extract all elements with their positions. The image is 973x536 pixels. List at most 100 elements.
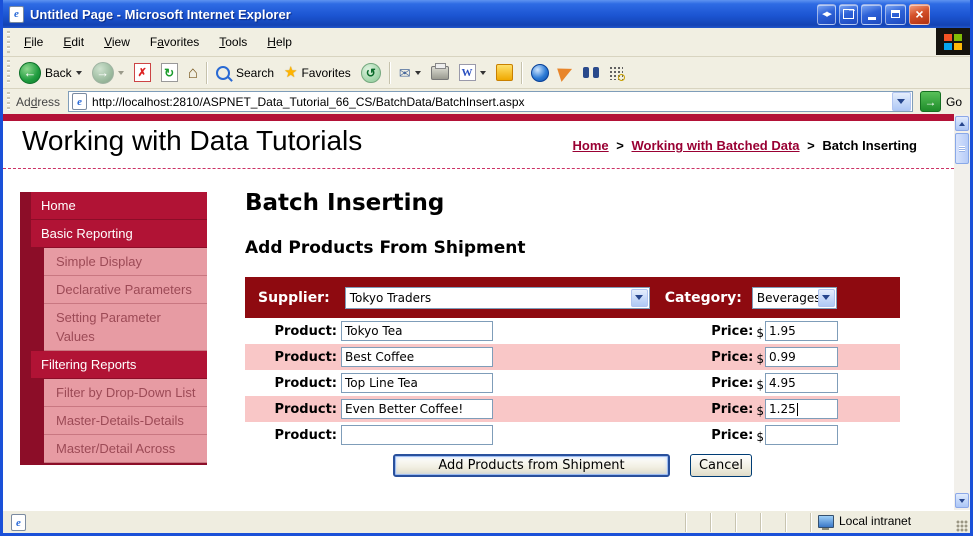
scroll-up-button[interactable]	[955, 116, 969, 131]
toolbar-grip[interactable]	[6, 30, 11, 54]
scroll-thumb[interactable]	[955, 133, 969, 164]
resize-grip[interactable]	[956, 520, 968, 532]
status-pane-separator	[710, 513, 712, 532]
back-label: Back	[45, 65, 72, 80]
sidebar-item-simple-display[interactable]: Simple Display	[44, 248, 207, 276]
product-input[interactable]: Top Line Tea	[341, 373, 493, 393]
back-dropdown-icon[interactable]	[75, 70, 82, 75]
price-value: 0.99	[769, 350, 796, 364]
breadcrumb-item[interactable]: Working with Batched Data	[631, 138, 799, 153]
add-products-button[interactable]: Add Products from Shipment	[393, 454, 670, 477]
chevron-down-icon	[822, 295, 831, 300]
menu-item-tools[interactable]: Tools	[209, 29, 257, 56]
category-select[interactable]: Beverages	[751, 286, 837, 309]
price-input[interactable]: 1.25	[765, 399, 838, 419]
price-input[interactable]: 0.99	[765, 347, 838, 367]
breadcrumb-separator: >	[803, 138, 819, 153]
windows-logo-icon	[936, 28, 970, 55]
maximize-icon	[891, 10, 900, 18]
back-button[interactable]: ← Back	[14, 60, 87, 86]
breadcrumb-item: Batch Inserting	[822, 138, 917, 153]
sidebar-item-filtering-reports[interactable]: Filtering Reports	[31, 351, 207, 379]
security-zone: Local intranet	[818, 514, 911, 530]
quick-launch-button[interactable]	[554, 60, 578, 86]
status-pane-separator	[760, 513, 762, 532]
edit-with-word-button[interactable]: W	[454, 60, 491, 86]
toolbar-grip[interactable]	[6, 91, 11, 112]
vertical-scrollbar[interactable]	[954, 114, 970, 510]
category-select-arrow[interactable]	[817, 288, 835, 307]
forward-button[interactable]: →	[87, 60, 129, 86]
toolbar-grip[interactable]	[6, 60, 11, 85]
price-input[interactable]: 4.95	[765, 373, 838, 393]
messenger-note-icon	[495, 64, 513, 81]
product-input[interactable]: Tokyo Tea	[341, 321, 493, 341]
home-button[interactable]: ⌂	[183, 60, 203, 86]
scroll-down-button[interactable]	[955, 493, 969, 508]
home-icon: ⌂	[187, 63, 198, 82]
product-input[interactable]: Best Coffee	[341, 347, 493, 367]
cancel-button[interactable]: Cancel	[690, 454, 752, 477]
menu-item-edit[interactable]: Edit	[53, 29, 94, 56]
menu-item-favorites[interactable]: Favorites	[140, 29, 209, 56]
currency-symbol: $	[756, 403, 764, 418]
search-button[interactable]: Search	[211, 60, 279, 86]
popout-button[interactable]	[839, 3, 858, 25]
status-pane-separator	[785, 513, 787, 532]
history-button[interactable]: ↺	[356, 60, 386, 86]
print-icon	[430, 62, 449, 80]
sidebar-item-basic-reporting[interactable]: Basic Reporting	[31, 220, 207, 248]
sidebar-nav: Home Basic Reporting Simple Display Declara…	[20, 192, 207, 465]
mail-button[interactable]: ✉	[394, 60, 426, 86]
product-input[interactable]: Even Better Coffee!	[341, 399, 493, 419]
messenger-note-button[interactable]	[491, 60, 518, 86]
minimize-button[interactable]	[861, 3, 882, 25]
sidebar-item-filter-by-drop-down-list[interactable]: Filter by Drop-Down List	[44, 379, 207, 407]
price-value: 4.95	[769, 376, 796, 390]
address-label: Address	[16, 94, 61, 109]
product-row: Product: Even Better Coffee! Price: $1.25	[245, 396, 900, 422]
status-pane-separator	[685, 513, 687, 532]
product-input[interactable]	[341, 425, 493, 445]
sidebar-item-home[interactable]: Home	[31, 192, 207, 220]
close-button[interactable]: ×	[909, 3, 930, 25]
forward-dropdown-icon	[117, 70, 124, 75]
navigation-toolbar: ← Back → ✗ ↻ ⌂ Search ★ Favorites ↺ ✉ W	[3, 57, 970, 89]
menu-item-view[interactable]: View	[94, 29, 140, 56]
menu-item-help[interactable]: Help	[257, 29, 302, 56]
search-icon	[215, 65, 230, 80]
research-button[interactable]	[578, 60, 604, 86]
supplier-label: Supplier:	[258, 289, 330, 306]
price-input[interactable]: 1.95	[765, 321, 838, 341]
breadcrumb-item[interactable]: Home	[573, 138, 609, 153]
go-button[interactable]: → Go	[913, 91, 970, 112]
supplier-select[interactable]: Tokyo Traders	[344, 286, 650, 309]
encoding-button[interactable]	[604, 60, 628, 86]
print-button[interactable]	[426, 60, 454, 86]
word-dropdown-icon[interactable]	[479, 70, 486, 75]
mail-dropdown-icon[interactable]	[414, 70, 421, 75]
menu-item-file[interactable]: File	[14, 29, 53, 56]
stop-icon: ✗	[133, 63, 151, 82]
maximize-button[interactable]	[885, 3, 906, 25]
binoculars-icon	[582, 67, 599, 78]
sidebar-item-master-detail-across[interactable]: Master/Detail Across	[44, 435, 207, 463]
search-label: Search	[235, 65, 274, 80]
resize-arrows-button[interactable]: ◀▶	[817, 3, 836, 25]
supplier-value: Tokyo Traders	[349, 290, 432, 305]
address-input[interactable]: e http://localhost:2810/ASPNET_Data_Tuto…	[68, 91, 913, 112]
price-input[interactable]	[765, 425, 838, 445]
sidebar-item-setting-parameter-values[interactable]: Setting Parameter Values	[44, 304, 207, 351]
supplier-select-arrow[interactable]	[630, 288, 648, 307]
refresh-button[interactable]: ↻	[156, 60, 183, 86]
stop-button[interactable]: ✗	[129, 60, 156, 86]
minimize-icon	[867, 17, 876, 20]
favorites-button[interactable]: ★ Favorites	[279, 60, 356, 86]
status-pane-separator	[735, 513, 737, 532]
sidebar-item-declarative-parameters[interactable]: Declarative Parameters	[44, 276, 207, 304]
messenger-button[interactable]	[526, 60, 554, 86]
product-row: Product: Best Coffee Price: $0.99	[245, 344, 900, 370]
sidebar-item-master-details-details[interactable]: Master-Details-Details	[44, 407, 207, 435]
address-dropdown-button[interactable]	[891, 92, 911, 111]
chevron-up-icon	[959, 121, 965, 126]
